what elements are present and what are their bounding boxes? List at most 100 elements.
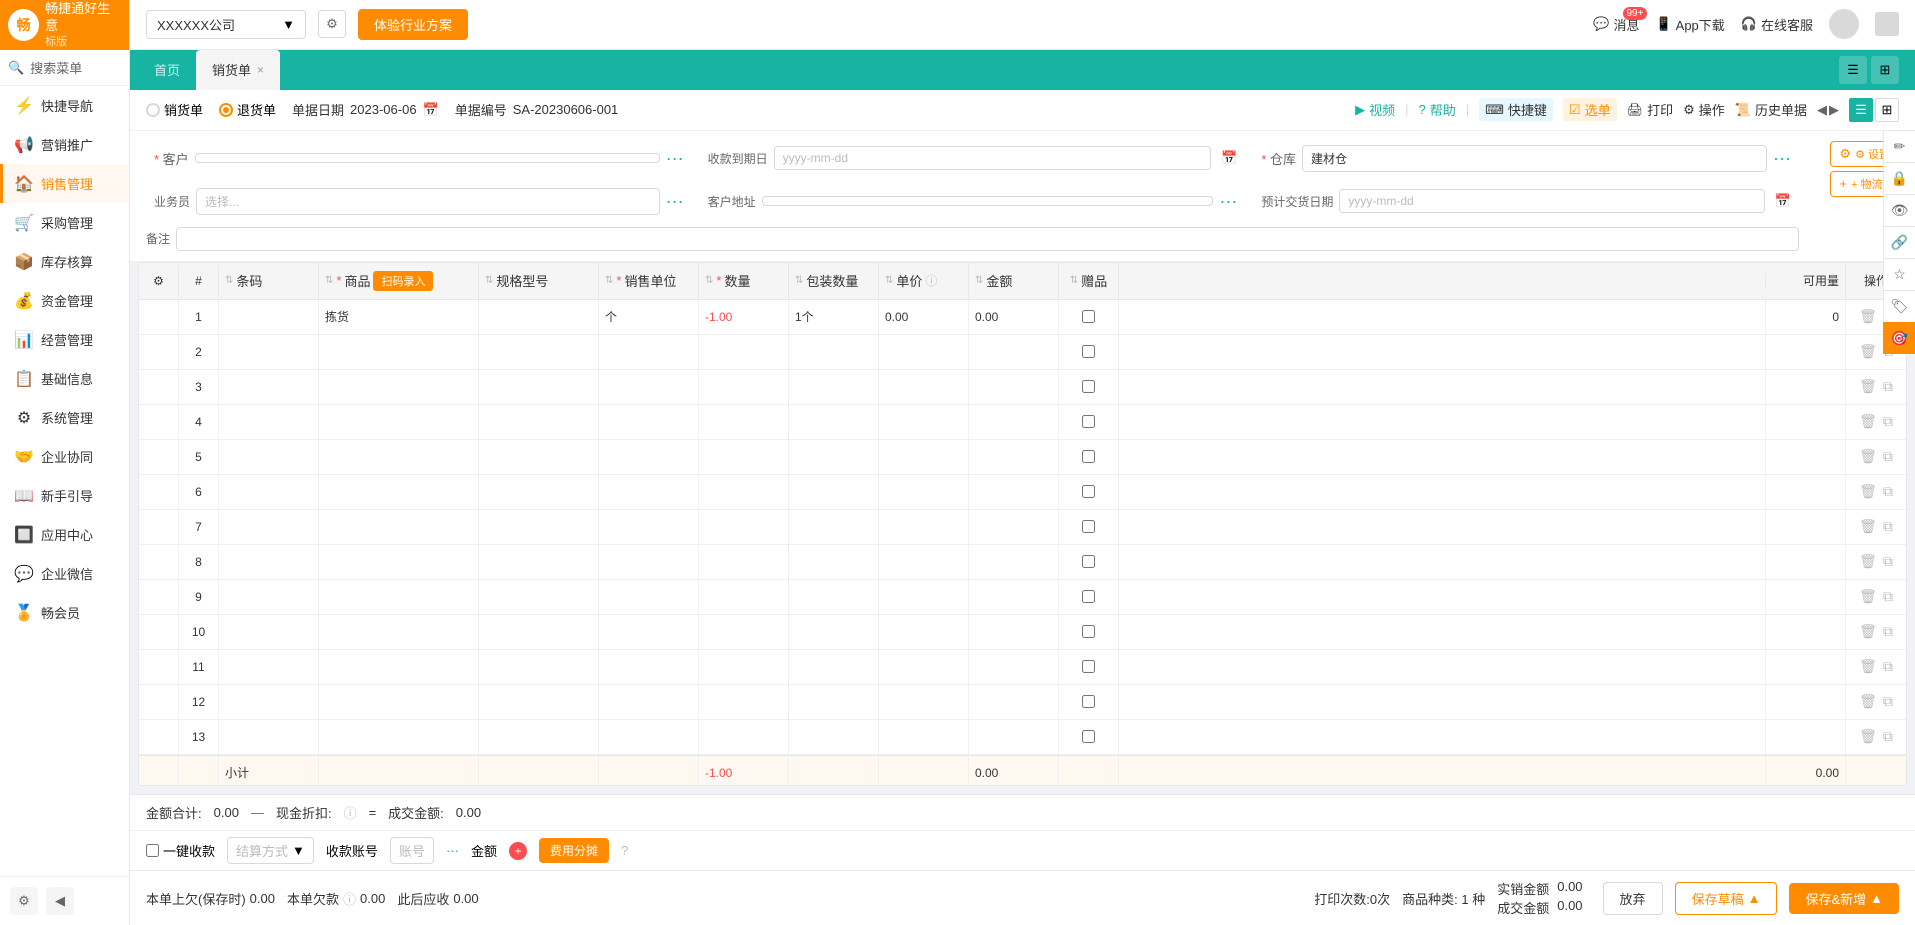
copy-icon-5[interactable]: ⧉ [1883, 483, 1893, 500]
td-goods-7[interactable] [319, 545, 479, 579]
td-price-7[interactable] [879, 545, 969, 579]
td-gift-9[interactable] [1059, 615, 1119, 649]
td-barcode-2[interactable] [219, 370, 319, 404]
th-settings[interactable]: ⚙ [139, 266, 179, 296]
right-panel-link[interactable]: 🔗 [1883, 226, 1915, 258]
td-barcode-0[interactable] [219, 300, 319, 334]
one-click-payment-checkbox[interactable]: 一键收款 [146, 841, 215, 860]
toolbar-print[interactable]: 🖨 打印 [1627, 100, 1674, 119]
scan-btn[interactable]: 扫码录入 [373, 271, 433, 291]
td-qty-9[interactable] [699, 615, 789, 649]
td-gift-12[interactable] [1059, 720, 1119, 754]
tab-close-icon[interactable]: × [257, 63, 264, 77]
toolbar-history[interactable]: 📜 历史单据 [1735, 100, 1807, 119]
account-select[interactable]: 账号 [390, 837, 434, 864]
sidebar-item-finance[interactable]: 💰资金管理 [0, 281, 129, 320]
td-desc-6[interactable] [1119, 510, 1766, 544]
warehouse-link-btn[interactable]: ··· [1773, 149, 1791, 167]
td-desc-9[interactable] [1119, 615, 1766, 649]
sidebar-item-sales[interactable]: 🏠销售管理 [0, 164, 129, 203]
td-desc-3[interactable] [1119, 405, 1766, 439]
td-desc-2[interactable] [1119, 370, 1766, 404]
td-barcode-1[interactable] [219, 335, 319, 369]
toolbar-video[interactable]: ▶ 视频 [1355, 100, 1395, 119]
delete-icon-3[interactable]: 🗑 [1859, 413, 1877, 430]
td-qty-5[interactable] [699, 475, 789, 509]
td-qty-1[interactable] [699, 335, 789, 369]
delete-icon-1[interactable]: 🗑 [1859, 343, 1877, 360]
td-gift-8[interactable] [1059, 580, 1119, 614]
customer-address-link-btn[interactable]: ··· [1219, 192, 1237, 210]
copy-icon-10[interactable]: ⧉ [1883, 658, 1893, 675]
delete-icon-2[interactable]: 🗑 [1859, 378, 1877, 395]
right-panel-lock[interactable]: 🔒 [1883, 162, 1915, 194]
fee-info-icon[interactable]: ? [621, 843, 628, 858]
radio-sales[interactable]: 销货单 [146, 100, 203, 119]
td-amount-11[interactable] [969, 685, 1059, 719]
view-grid-btn[interactable]: ⊞ [1871, 56, 1899, 84]
td-spec-9[interactable] [479, 615, 599, 649]
sidebar-item-wechat[interactable]: 💬企业微信 [0, 554, 129, 593]
td-price-3[interactable] [879, 405, 969, 439]
td-goods-5[interactable] [319, 475, 479, 509]
td-gift-5[interactable] [1059, 475, 1119, 509]
copy-icon-11[interactable]: ⧉ [1883, 693, 1893, 710]
td-desc-0[interactable] [1119, 300, 1766, 334]
td-amount-2[interactable] [969, 370, 1059, 404]
td-goods-11[interactable] [319, 685, 479, 719]
td-amount-5[interactable] [969, 475, 1059, 509]
delete-icon-7[interactable]: 🗑 [1859, 553, 1877, 570]
remarks-input[interactable] [176, 227, 1799, 251]
td-unit-10[interactable] [599, 650, 699, 684]
sidebar-item-basic[interactable]: 📋基础信息 [0, 359, 129, 398]
td-unit-6[interactable] [599, 510, 699, 544]
sidebar-item-marketing[interactable]: 📢营销推广 [0, 125, 129, 164]
toolbar-select[interactable]: ☑ 选单 [1563, 98, 1617, 121]
td-spec-1[interactable] [479, 335, 599, 369]
sidebar-item-member[interactable]: 🏅畅会员 [0, 593, 129, 632]
customer-input[interactable] [195, 153, 660, 163]
save-draft-btn[interactable]: 保存草稿 ▲ [1675, 882, 1778, 915]
td-barcode-10[interactable] [219, 650, 319, 684]
copy-icon-4[interactable]: ⧉ [1883, 448, 1893, 465]
td-unit-1[interactable] [599, 335, 699, 369]
td-barcode-5[interactable] [219, 475, 319, 509]
td-desc-8[interactable] [1119, 580, 1766, 614]
delete-icon-10[interactable]: 🗑 [1859, 658, 1877, 675]
trial-btn[interactable]: 体验行业方案 [358, 9, 468, 40]
td-unit-8[interactable] [599, 580, 699, 614]
td-amount-3[interactable] [969, 405, 1059, 439]
td-gift-7[interactable] [1059, 545, 1119, 579]
right-panel-star[interactable]: ☆ [1883, 258, 1915, 290]
td-price-10[interactable] [879, 650, 969, 684]
td-pack-6[interactable] [789, 510, 879, 544]
toolbar-operate[interactable]: ⚙ 操作 [1683, 100, 1725, 119]
salesperson-link-btn[interactable]: ··· [666, 192, 684, 210]
td-price-12[interactable] [879, 720, 969, 754]
td-pack-8[interactable] [789, 580, 879, 614]
gift-checkbox-4[interactable] [1082, 450, 1095, 463]
td-goods-10[interactable] [319, 650, 479, 684]
gift-checkbox-6[interactable] [1082, 520, 1095, 533]
online-support-badge[interactable]: 🎧 在线客服 [1741, 15, 1813, 34]
td-desc-1[interactable] [1119, 335, 1766, 369]
topbar-gear-btn[interactable]: ⚙ [318, 10, 346, 38]
td-gift-10[interactable] [1059, 650, 1119, 684]
td-amount-0[interactable]: 0.00 [969, 300, 1059, 334]
notification-badge[interactable]: 💬 消息 99+ [1593, 15, 1639, 34]
td-gift-2[interactable] [1059, 370, 1119, 404]
td-price-5[interactable] [879, 475, 969, 509]
td-unit-2[interactable] [599, 370, 699, 404]
copy-icon-8[interactable]: ⧉ [1883, 588, 1893, 605]
td-qty-7[interactable] [699, 545, 789, 579]
right-panel-edit[interactable]: ✏ [1883, 130, 1915, 162]
td-unit-11[interactable] [599, 685, 699, 719]
delete-icon-8[interactable]: 🗑 [1859, 588, 1877, 605]
td-amount-12[interactable] [969, 720, 1059, 754]
right-panel-orange[interactable]: 🎯 [1883, 322, 1915, 354]
add-payment-btn[interactable]: + [509, 842, 527, 860]
toolbar-shortcut[interactable]: ⌨ 快捷键 [1479, 98, 1553, 121]
gift-checkbox-3[interactable] [1082, 415, 1095, 428]
right-panel-tag[interactable]: 🏷 [1883, 290, 1915, 322]
td-qty-4[interactable] [699, 440, 789, 474]
